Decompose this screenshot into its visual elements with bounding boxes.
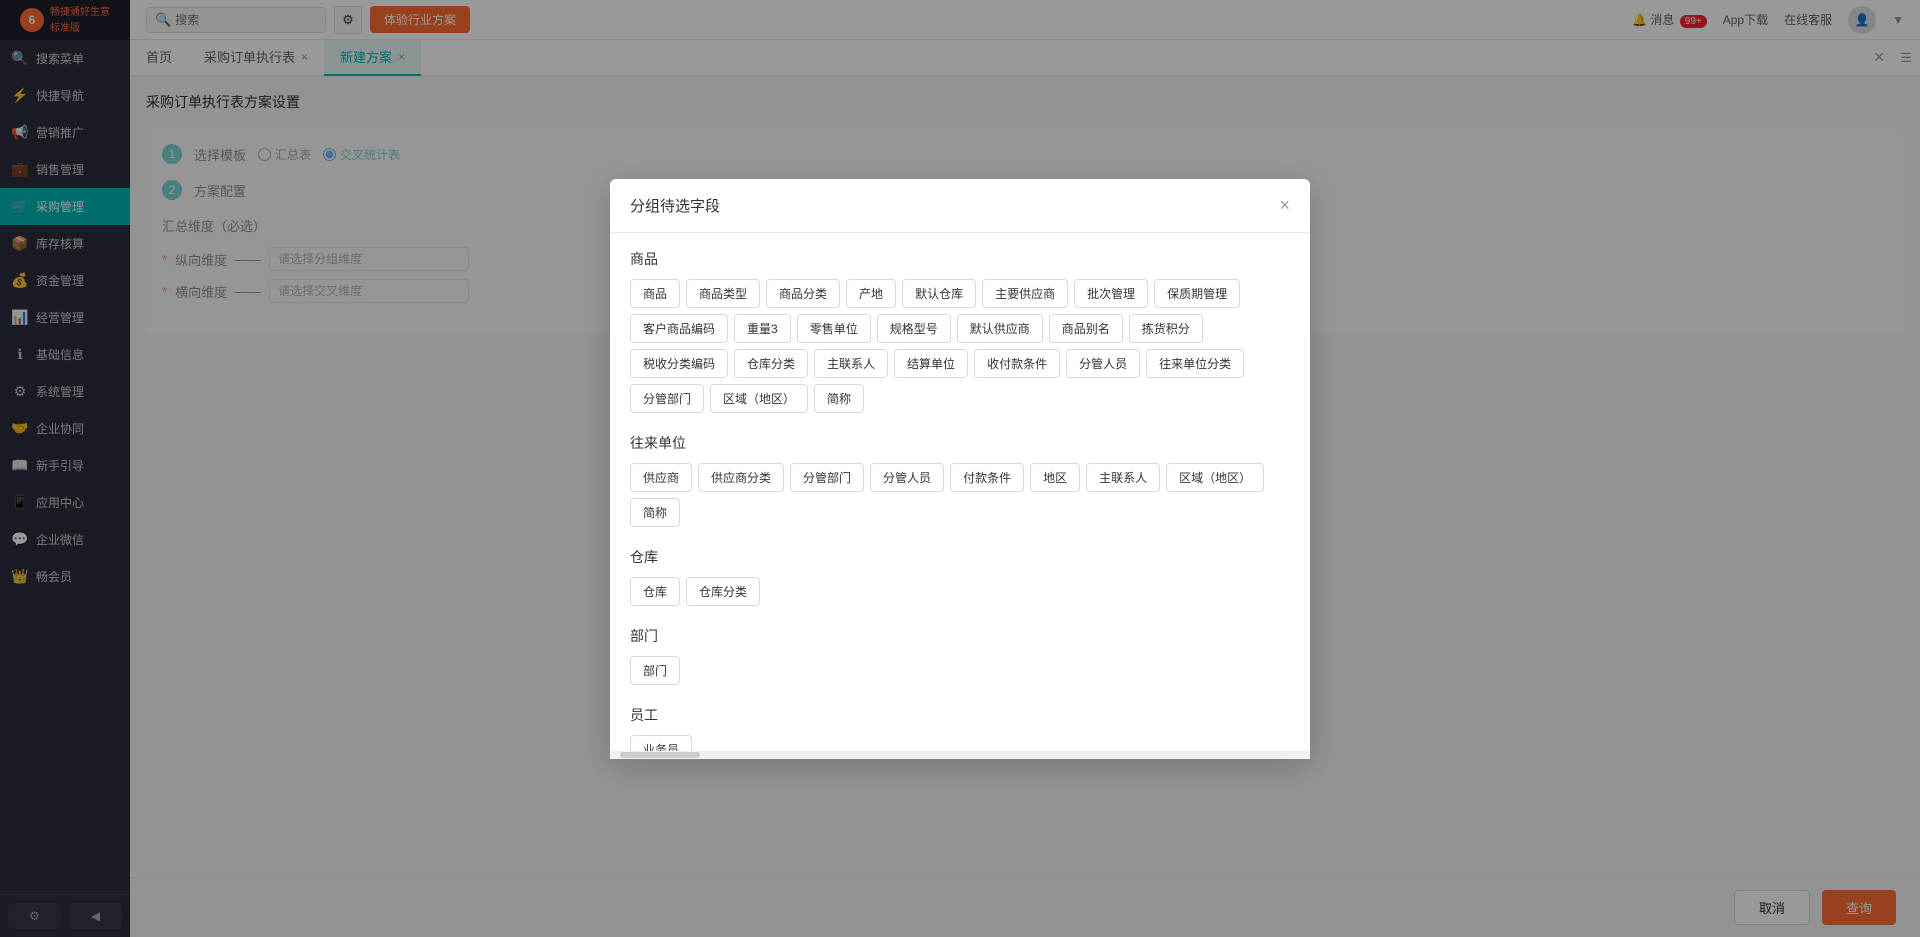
field-tag-收付款条件[interactable]: 收付款条件 — [974, 349, 1060, 378]
field-tag-拣货积分[interactable]: 拣货积分 — [1129, 314, 1203, 343]
field-tag-地区[interactable]: 地区 — [1030, 463, 1080, 492]
field-tag-简称[interactable]: 简称 — [814, 384, 864, 413]
field-tag-区域（地区）[interactable]: 区域（地区） — [1166, 463, 1264, 492]
field-tag-简称[interactable]: 简称 — [630, 498, 680, 527]
section-title-员工: 员工 — [630, 705, 1290, 725]
field-tag-主联系人[interactable]: 主联系人 — [814, 349, 888, 378]
field-tags-商品: 商品商品类型商品分类产地默认仓库主要供应商批次管理保质期管理客户商品编码重量3零… — [630, 279, 1290, 413]
field-tag-商品分类[interactable]: 商品分类 — [766, 279, 840, 308]
field-tag-默认供应商[interactable]: 默认供应商 — [957, 314, 1043, 343]
modal: 分组待选字段 × 商品商品商品类型商品分类产地默认仓库主要供应商批次管理保质期管… — [610, 179, 1310, 759]
section-title-往来单位: 往来单位 — [630, 433, 1290, 453]
field-tag-产地[interactable]: 产地 — [846, 279, 896, 308]
field-tag-商品类型[interactable]: 商品类型 — [686, 279, 760, 308]
field-tag-分管部门[interactable]: 分管部门 — [630, 384, 704, 413]
field-tag-税收分类编码[interactable]: 税收分类编码 — [630, 349, 728, 378]
field-tag-批次管理[interactable]: 批次管理 — [1074, 279, 1148, 308]
field-tag-分管人员[interactable]: 分管人员 — [1066, 349, 1140, 378]
field-tag-商品[interactable]: 商品 — [630, 279, 680, 308]
modal-header: 分组待选字段 × — [610, 179, 1310, 233]
section-title-仓库: 仓库 — [630, 547, 1290, 567]
field-tag-商品别名[interactable]: 商品别名 — [1049, 314, 1123, 343]
modal-hscroll-thumb — [620, 752, 700, 758]
field-tags-员工: 业务员 — [630, 735, 1290, 751]
modal-body[interactable]: 商品商品商品类型商品分类产地默认仓库主要供应商批次管理保质期管理客户商品编码重量… — [610, 233, 1310, 751]
field-tag-供应商分类[interactable]: 供应商分类 — [698, 463, 784, 492]
field-tag-仓库[interactable]: 仓库 — [630, 577, 680, 606]
field-tags-往来单位: 供应商供应商分类分管部门分管人员付款条件地区主联系人区域（地区） 简称 — [630, 463, 1290, 527]
field-tag-重量3[interactable]: 重量3 — [734, 314, 791, 343]
section-往来单位: 往来单位供应商供应商分类分管部门分管人员付款条件地区主联系人区域（地区） 简称 — [630, 433, 1290, 527]
field-tag-分管部门[interactable]: 分管部门 — [790, 463, 864, 492]
overlay: 分组待选字段 × 商品商品商品类型商品分类产地默认仓库主要供应商批次管理保质期管… — [0, 0, 1920, 937]
modal-title: 分组待选字段 — [630, 195, 720, 216]
modal-hscrollbar[interactable] — [610, 751, 1310, 759]
field-tag-区域（地区）[interactable]: 区域（地区） — [710, 384, 808, 413]
field-tag-客户商品编码[interactable]: 客户商品编码 — [630, 314, 728, 343]
field-tag-仓库分类[interactable]: 仓库分类 — [734, 349, 808, 378]
field-tag-零售单位[interactable]: 零售单位 — [797, 314, 871, 343]
field-tag-保质期管理[interactable]: 保质期管理 — [1154, 279, 1240, 308]
field-tag-主联系人[interactable]: 主联系人 — [1086, 463, 1160, 492]
section-title-商品: 商品 — [630, 249, 1290, 269]
field-tag-主要供应商[interactable]: 主要供应商 — [982, 279, 1068, 308]
field-tag-仓库分类[interactable]: 仓库分类 — [686, 577, 760, 606]
section-商品: 商品商品商品类型商品分类产地默认仓库主要供应商批次管理保质期管理客户商品编码重量… — [630, 249, 1290, 413]
section-仓库: 仓库仓库仓库分类 — [630, 547, 1290, 606]
field-tag-部门[interactable]: 部门 — [630, 656, 680, 685]
field-tag-供应商[interactable]: 供应商 — [630, 463, 692, 492]
field-tag-付款条件[interactable]: 付款条件 — [950, 463, 1024, 492]
section-员工: 员工业务员 — [630, 705, 1290, 751]
field-tag-往来单位分类[interactable]: 往来单位分类 — [1146, 349, 1244, 378]
field-tag-结算单位[interactable]: 结算单位 — [894, 349, 968, 378]
field-tag-默认仓库[interactable]: 默认仓库 — [902, 279, 976, 308]
field-tag-分管人员[interactable]: 分管人员 — [870, 463, 944, 492]
field-tags-部门: 部门 — [630, 656, 1290, 685]
field-tag-业务员[interactable]: 业务员 — [630, 735, 692, 751]
field-tag-规格型号[interactable]: 规格型号 — [877, 314, 951, 343]
field-tags-仓库: 仓库仓库分类 — [630, 577, 1290, 606]
modal-close-btn[interactable]: × — [1279, 195, 1290, 216]
section-title-部门: 部门 — [630, 626, 1290, 646]
section-部门: 部门部门 — [630, 626, 1290, 685]
